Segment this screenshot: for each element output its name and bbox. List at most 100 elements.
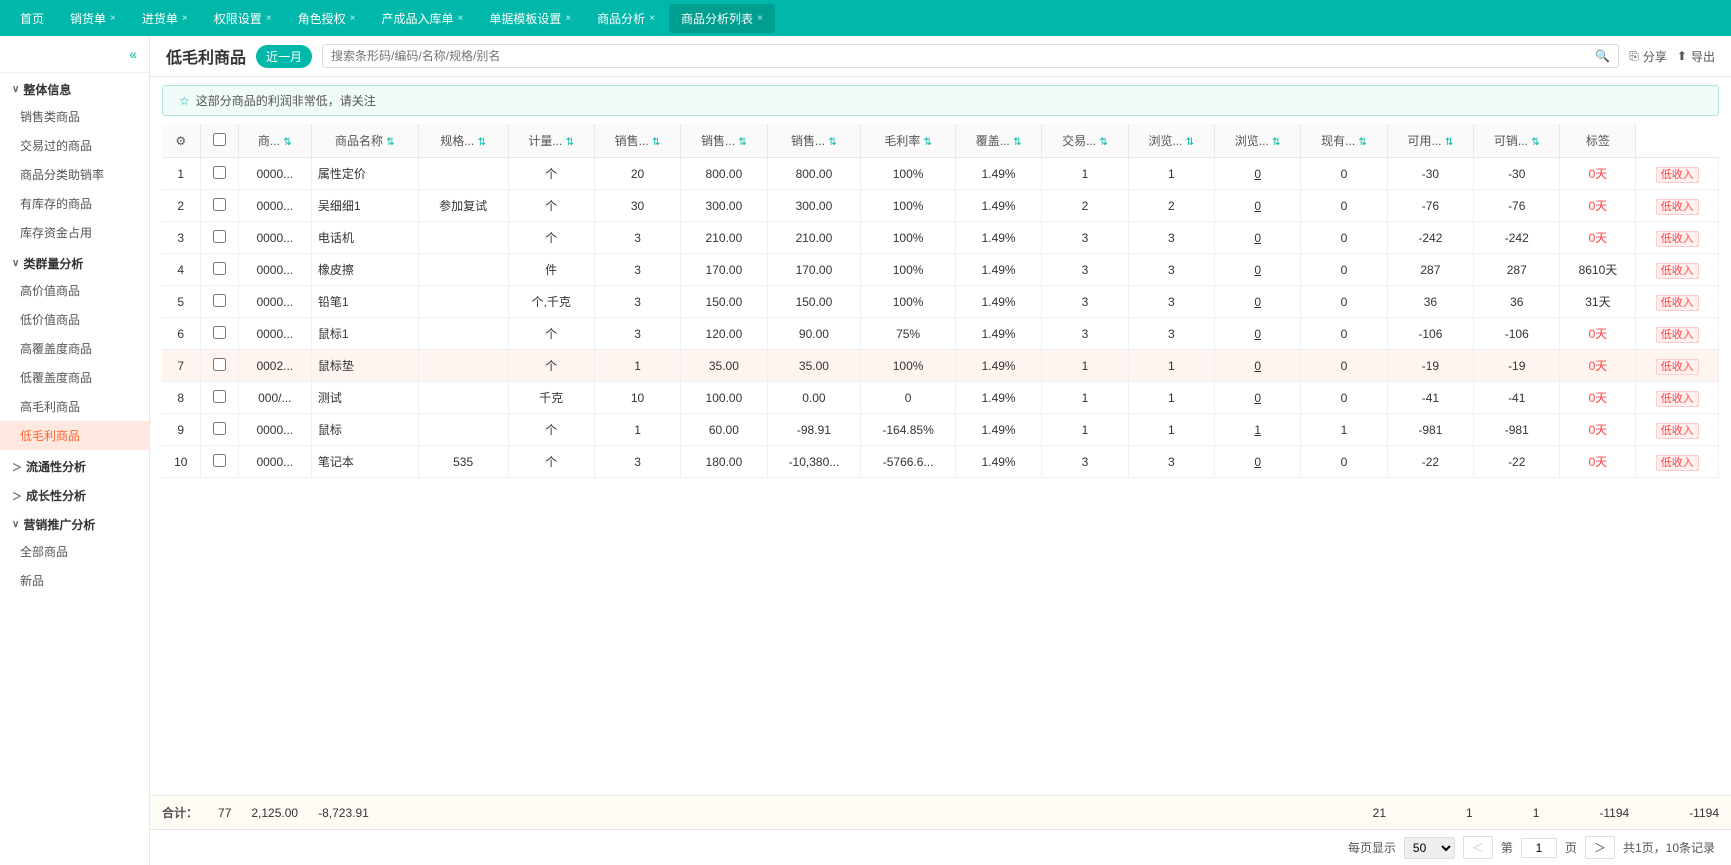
row-select-checkbox[interactable] <box>213 294 226 307</box>
row-browse1[interactable]: 0 <box>1214 190 1300 222</box>
nav-product-analysis-list[interactable]: 商品分析列表 × <box>669 4 775 33</box>
col-browse2[interactable]: 浏览... ⇅ <box>1214 124 1300 158</box>
row-select-checkbox[interactable] <box>213 262 226 275</box>
row-select-checkbox[interactable] <box>213 326 226 339</box>
col-code[interactable]: 商... ⇅ <box>238 124 311 158</box>
footer-qty: 77 <box>218 806 231 820</box>
row-select-checkbox[interactable] <box>213 422 226 435</box>
sidebar-item-category-rate[interactable]: 商品分类助销率 <box>0 160 149 189</box>
row-checkbox[interactable] <box>200 286 238 318</box>
sidebar-group-overall[interactable]: ∨ 整体信息 <box>0 73 149 102</box>
col-available[interactable]: 可用... ⇅ <box>1387 124 1473 158</box>
sidebar-item-low-coverage[interactable]: 低覆盖度商品 <box>0 363 149 392</box>
current-page-input[interactable] <box>1521 838 1557 858</box>
row-checkbox[interactable] <box>200 190 238 222</box>
sidebar-item-capital-usage[interactable]: 库存资金占用 <box>0 218 149 247</box>
col-settings[interactable]: ⚙ <box>162 124 200 158</box>
row-checkbox[interactable] <box>200 382 238 414</box>
col-sale-qty[interactable]: 销售... ⇅ <box>594 124 680 158</box>
row-select-checkbox[interactable] <box>213 166 226 179</box>
sidebar-collapse-btn[interactable]: « <box>125 42 141 66</box>
row-current: -30 <box>1387 158 1473 190</box>
total-info: 共1页，10条记录 <box>1623 839 1715 856</box>
nav-template-settings[interactable]: 单据模板设置 × <box>477 4 583 33</box>
row-select-checkbox[interactable] <box>213 454 226 467</box>
nav-purchase-order[interactable]: 进货单 × <box>130 4 200 33</box>
sidebar-item-new-products[interactable]: 新品 <box>0 566 149 595</box>
nav-role-auth[interactable]: 角色授权 × <box>286 4 368 33</box>
next-page-btn[interactable]: ＞ <box>1585 836 1615 859</box>
row-checkbox[interactable] <box>200 446 238 478</box>
col-sale-amt1[interactable]: 销售... ⇅ <box>681 124 767 158</box>
row-select-checkbox[interactable] <box>213 198 226 211</box>
col-browse1[interactable]: 浏览... ⇅ <box>1128 124 1214 158</box>
sidebar-group-growth[interactable]: ＞ 成长性分析 <box>0 479 149 508</box>
share-btn[interactable]: ⎘ 分享 <box>1629 48 1667 65</box>
sidebar-item-high-coverage[interactable]: 高覆盖度商品 <box>0 334 149 363</box>
col-sale-amt2[interactable]: 销售... ⇅ <box>767 124 861 158</box>
nav-sales-order[interactable]: 销货单 × <box>58 4 128 33</box>
nav-home[interactable]: 首页 <box>8 4 56 33</box>
col-unit[interactable]: 计量... ⇅ <box>508 124 594 158</box>
select-all-checkbox[interactable] <box>213 133 226 146</box>
col-saleable[interactable]: 可销... ⇅ <box>1474 124 1560 158</box>
row-browse1[interactable]: 0 <box>1214 382 1300 414</box>
sidebar-item-high-value[interactable]: 高价值商品 <box>0 276 149 305</box>
sidebar-group-cluster[interactable]: ∨ 类群量分析 <box>0 247 149 276</box>
row-checkbox[interactable] <box>200 318 238 350</box>
sidebar-item-low-value[interactable]: 低价值商品 <box>0 305 149 334</box>
row-coverage: 3 <box>1042 318 1128 350</box>
sidebar-item-all-products[interactable]: 全部商品 <box>0 537 149 566</box>
nav-close-icon[interactable]: × <box>182 13 188 24</box>
col-name[interactable]: 商品名称 ⇅ <box>311 124 418 158</box>
row-browse1[interactable]: 0 <box>1214 318 1300 350</box>
nav-permissions[interactable]: 权限设置 × <box>202 4 284 33</box>
nav-close-icon[interactable]: × <box>110 13 116 24</box>
row-checkbox[interactable] <box>200 222 238 254</box>
row-checkbox[interactable] <box>200 414 238 446</box>
sidebar-item-low-margin[interactable]: 低毛利商品 <box>0 421 149 450</box>
filter-recent-month-btn[interactable]: 近一月 <box>256 45 312 68</box>
row-checkbox[interactable] <box>200 254 238 286</box>
export-btn[interactable]: ⬆ 导出 <box>1677 48 1715 65</box>
row-select-checkbox[interactable] <box>213 358 226 371</box>
sidebar-group-marketing[interactable]: ∨ 营销推广分析 <box>0 508 149 537</box>
col-gross-rate[interactable]: 毛利率 ⇅ <box>861 124 956 158</box>
col-current[interactable]: 现有... ⇅ <box>1301 124 1387 158</box>
sidebar-item-in-stock[interactable]: 有库存的商品 <box>0 189 149 218</box>
row-browse1[interactable]: 0 <box>1214 446 1300 478</box>
col-coverage[interactable]: 覆盖... ⇅ <box>955 124 1041 158</box>
nav-product-analysis[interactable]: 商品分析 × <box>585 4 667 33</box>
row-browse1[interactable]: 1 <box>1214 414 1300 446</box>
search-icon[interactable]: 🔍 <box>1595 49 1610 63</box>
row-browse1[interactable]: 0 <box>1214 222 1300 254</box>
nav-close-icon[interactable]: × <box>457 13 463 24</box>
row-browse1[interactable]: 0 <box>1214 158 1300 190</box>
table-row: 1 0000... 属性定价 个 20 800.00 800.00 100% 1… <box>162 158 1719 190</box>
row-browse1[interactable]: 0 <box>1214 286 1300 318</box>
row-select-checkbox[interactable] <box>213 390 226 403</box>
nav-close-icon[interactable]: × <box>757 13 763 24</box>
sidebar-item-high-margin[interactable]: 高毛利商品 <box>0 392 149 421</box>
row-select-checkbox[interactable] <box>213 230 226 243</box>
nav-close-icon[interactable]: × <box>350 13 356 24</box>
row-qty: 20 <box>594 158 680 190</box>
row-browse1[interactable]: 0 <box>1214 350 1300 382</box>
sidebar-item-traded-products[interactable]: 交易过的商品 <box>0 131 149 160</box>
nav-close-icon[interactable]: × <box>266 13 272 24</box>
nav-close-icon[interactable]: × <box>649 13 655 24</box>
sidebar-item-sales-products[interactable]: 销售类商品 <box>0 102 149 131</box>
col-spec[interactable]: 规格... ⇅ <box>418 124 508 158</box>
row-saleable: 0天 <box>1560 414 1636 446</box>
col-transaction[interactable]: 交易... ⇅ <box>1042 124 1128 158</box>
nav-product-entry[interactable]: 产成品入库单 × <box>369 4 475 33</box>
row-browse1[interactable]: 0 <box>1214 254 1300 286</box>
row-checkbox[interactable] <box>200 158 238 190</box>
nav-close-icon[interactable]: × <box>565 13 571 24</box>
sidebar-group-flow[interactable]: ＞ 流通性分析 <box>0 450 149 479</box>
row-checkbox[interactable] <box>200 350 238 382</box>
search-input[interactable] <box>331 49 1589 63</box>
col-checkbox[interactable] <box>200 124 238 158</box>
page-size-select[interactable]: 20 50 100 <box>1404 837 1455 859</box>
prev-page-btn[interactable]: ＜ <box>1463 836 1493 859</box>
